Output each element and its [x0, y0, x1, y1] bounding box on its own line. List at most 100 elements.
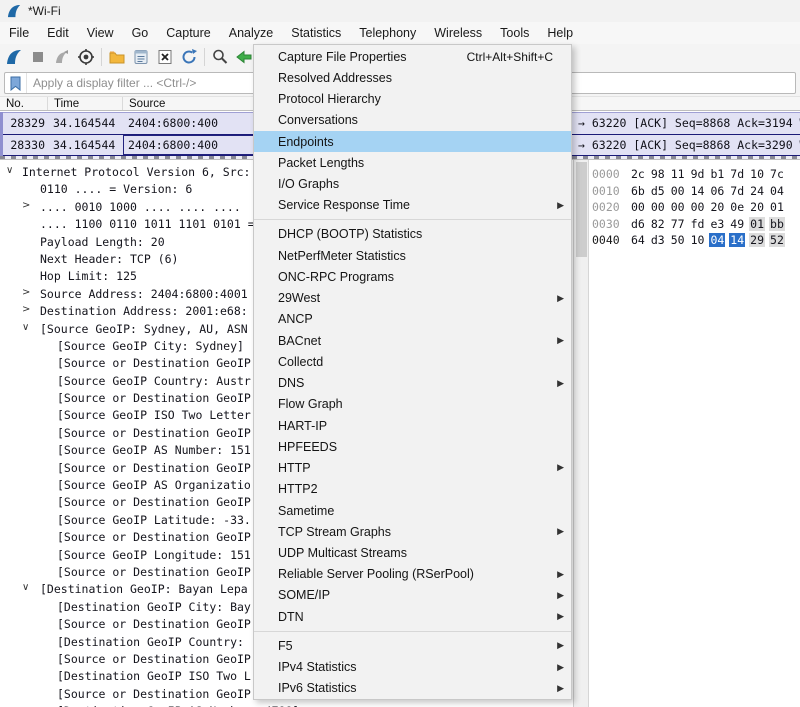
menu-item-flow-graph[interactable]: Flow Graph: [254, 394, 571, 415]
start-capture-icon[interactable]: [2, 46, 26, 68]
find-packet-icon[interactable]: [208, 46, 232, 68]
menu-item-http[interactable]: HTTP ▶: [254, 457, 571, 478]
hex-byte[interactable]: 20: [749, 200, 765, 214]
hex-byte[interactable]: 11: [670, 167, 686, 181]
menubar-item-help[interactable]: Help: [538, 22, 582, 44]
expander-collapsed-icon[interactable]: >: [22, 287, 30, 298]
hex-byte[interactable]: 49: [729, 217, 745, 231]
menu-item-http2[interactable]: HTTP2: [254, 479, 571, 500]
menu-item-capture-file-properties[interactable]: Capture File Properties Ctrl+Alt+Shift+C: [254, 46, 571, 67]
menubar-item-capture[interactable]: Capture: [157, 22, 219, 44]
save-file-icon[interactable]: [129, 46, 153, 68]
menu-item-ipv6-statistics[interactable]: IPv6 Statistics ▶: [254, 678, 571, 699]
menu-item-protocol-hierarchy[interactable]: Protocol Hierarchy: [254, 88, 571, 109]
menu-item-onc-rpc-programs[interactable]: ONC-RPC Programs: [254, 266, 571, 287]
hex-byte[interactable]: d3: [650, 233, 666, 247]
hex-byte[interactable]: 14: [690, 184, 706, 198]
menubar-item-telephony[interactable]: Telephony: [350, 22, 425, 44]
hex-byte[interactable]: 20: [709, 200, 725, 214]
hex-byte[interactable]: 14: [729, 233, 746, 247]
hex-byte[interactable]: 2c: [630, 167, 646, 181]
hex-byte[interactable]: 50: [670, 233, 686, 247]
hex-byte[interactable]: 98: [650, 167, 666, 181]
hex-byte[interactable]: 00: [670, 200, 686, 214]
menu-item-sametime[interactable]: Sametime: [254, 500, 571, 521]
menubar-item-edit[interactable]: Edit: [38, 22, 78, 44]
hex-byte[interactable]: e3: [709, 217, 725, 231]
menubar-item-file[interactable]: File: [0, 22, 38, 44]
menu-item-some-ip[interactable]: SOME/IP ▶: [254, 585, 571, 606]
hex-byte[interactable]: 00: [670, 184, 686, 198]
menu-item-dhcp-bootp-statistics[interactable]: DHCP (BOOTP) Statistics: [254, 224, 571, 245]
hex-row[interactable]: 0000 2c 98 11 9d b1 7d 10 7c: [589, 167, 800, 184]
menu-item-i-o-graphs[interactable]: I/O Graphs: [254, 173, 571, 194]
expander-collapsed-icon[interactable]: >: [22, 200, 30, 211]
hex-row[interactable]: 0030 d6 82 77 fd e3 49 01 bb: [589, 216, 800, 234]
hex-byte[interactable]: 0e: [729, 200, 745, 214]
menu-item-dns[interactable]: DNS ▶: [254, 373, 571, 394]
hex-byte[interactable]: fd: [690, 217, 706, 231]
hex-byte[interactable]: b1: [709, 167, 725, 181]
menu-item-reliable-server-pooling-rserpool-[interactable]: Reliable Server Pooling (RSerPool) ▶: [254, 564, 571, 585]
menu-item-29west[interactable]: 29West ▶: [254, 288, 571, 309]
hex-byte[interactable]: 24: [749, 184, 765, 198]
open-file-icon[interactable]: [105, 46, 129, 68]
detail-tree-row[interactable]: [Destination GeoIP AS Number: 4788]: [0, 703, 573, 707]
expander-expanded-icon[interactable]: ∨: [22, 322, 29, 333]
restart-capture-icon[interactable]: [50, 46, 74, 68]
close-file-icon[interactable]: [153, 46, 177, 68]
menu-item-udp-multicast-streams[interactable]: UDP Multicast Streams: [254, 542, 571, 563]
hex-byte[interactable]: 04: [709, 233, 726, 247]
scrollbar-thumb[interactable]: [576, 162, 587, 257]
hex-byte[interactable]: 77: [670, 217, 686, 231]
menu-item-hpfeeds[interactable]: HPFEEDS: [254, 436, 571, 457]
menubar-item-analyze[interactable]: Analyze: [220, 22, 282, 44]
hex-byte[interactable]: 10: [749, 167, 765, 181]
hex-byte[interactable]: 9d: [690, 167, 706, 181]
hex-row[interactable]: 0040 64 d3 50 10 04 14 29 52: [589, 233, 800, 250]
menu-item-conversations[interactable]: Conversations: [254, 110, 571, 131]
hex-byte[interactable]: 7d: [729, 167, 745, 181]
menubar-item-view[interactable]: View: [78, 22, 123, 44]
expander-expanded-icon[interactable]: ∨: [22, 582, 29, 593]
menubar-item-wireless[interactable]: Wireless: [425, 22, 491, 44]
menu-item-packet-lengths[interactable]: Packet Lengths: [254, 152, 571, 173]
hex-byte[interactable]: 52: [769, 233, 785, 247]
hex-byte[interactable]: 00: [630, 200, 646, 214]
menu-item-dtn[interactable]: DTN ▶: [254, 606, 571, 627]
reload-icon[interactable]: [177, 46, 201, 68]
menu-item-tcp-stream-graphs[interactable]: TCP Stream Graphs ▶: [254, 521, 571, 542]
hex-byte[interactable]: 7d: [729, 184, 745, 198]
menu-item-bacnet[interactable]: BACnet ▶: [254, 330, 571, 351]
menubar-item-go[interactable]: Go: [123, 22, 158, 44]
hex-byte[interactable]: bb: [769, 216, 785, 231]
hex-byte[interactable]: d6: [630, 217, 646, 231]
hex-byte[interactable]: 7c: [769, 167, 785, 181]
column-header-no[interactable]: No.: [0, 97, 48, 110]
expander-expanded-icon[interactable]: ∨: [6, 165, 13, 176]
menubar-item-tools[interactable]: Tools: [491, 22, 538, 44]
menu-item-service-response-time[interactable]: Service Response Time ▶: [254, 195, 571, 216]
menu-item-collectd[interactable]: Collectd: [254, 351, 571, 372]
column-header-time[interactable]: Time: [48, 97, 123, 110]
menu-item-resolved-addresses[interactable]: Resolved Addresses: [254, 67, 571, 88]
expander-collapsed-icon[interactable]: >: [22, 304, 30, 315]
hex-byte[interactable]: d5: [650, 184, 666, 198]
menu-item-netperfmeter-statistics[interactable]: NetPerfMeter Statistics: [254, 245, 571, 266]
menu-item-ipv4-statistics[interactable]: IPv4 Statistics ▶: [254, 657, 571, 678]
capture-options-icon[interactable]: [74, 46, 98, 68]
hex-byte[interactable]: 01: [769, 200, 785, 214]
hex-byte[interactable]: 29: [749, 233, 766, 247]
hex-byte[interactable]: 06: [709, 184, 725, 198]
menu-item-f5[interactable]: F5 ▶: [254, 635, 571, 656]
menu-item-hart-ip[interactable]: HART-IP: [254, 415, 571, 436]
menu-item-ancp[interactable]: ANCP: [254, 309, 571, 330]
detail-scrollbar[interactable]: [574, 160, 589, 707]
menu-item-endpoints[interactable]: Endpoints: [254, 130, 571, 153]
hex-row[interactable]: 0020 00 00 00 00 20 0e 20 01: [589, 200, 800, 217]
hex-byte[interactable]: 82: [650, 217, 666, 231]
hex-byte[interactable]: 01: [749, 216, 766, 231]
bookmark-icon[interactable]: [5, 73, 27, 93]
hex-view-pane[interactable]: 0000 2c 98 11 9d b1 7d 10 7c 0010 6b d5 00 14 06 7d 24 04…: [589, 160, 800, 707]
hex-byte[interactable]: 10: [690, 233, 706, 247]
